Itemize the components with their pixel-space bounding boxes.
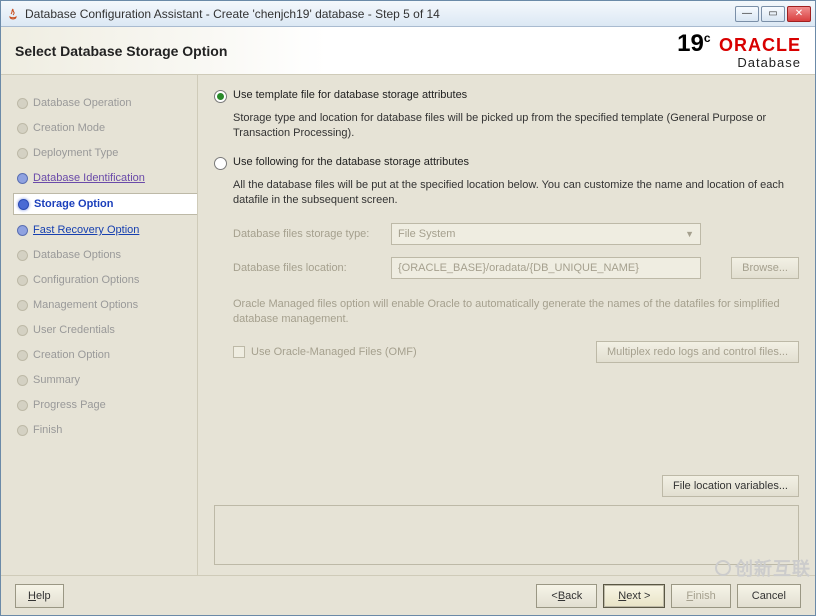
step-storage-option[interactable]: Storage Option: [13, 193, 198, 215]
step-finish: Finish: [13, 420, 193, 440]
cancel-button[interactable]: Cancel: [737, 584, 801, 608]
finish-button: Finish: [671, 584, 730, 608]
use-following-radio[interactable]: [214, 157, 227, 170]
step-user-credentials: User Credentials: [13, 320, 193, 340]
maximize-button[interactable]: ▭: [761, 6, 785, 22]
multiplex-button: Multiplex redo logs and control files...: [596, 341, 799, 363]
wizard-footer: Help < Back Next > Finish Cancel: [1, 575, 815, 615]
page-header: Select Database Storage Option 19c ORACL…: [1, 27, 815, 75]
step-database-operation: Database Operation: [13, 93, 193, 113]
use-template-radio[interactable]: [214, 90, 227, 103]
back-button[interactable]: < Back: [536, 584, 597, 608]
app-window: Database Configuration Assistant - Creat…: [0, 0, 816, 616]
step-progress-page: Progress Page: [13, 395, 193, 415]
storage-type-label: Database files storage type:: [233, 228, 383, 240]
step-management-options: Management Options: [13, 295, 193, 315]
help-button[interactable]: Help: [15, 584, 64, 608]
file-location-variables-button[interactable]: File location variables...: [662, 475, 799, 497]
step-creation-option: Creation Option: [13, 345, 193, 365]
wizard-steps-sidebar: Database Operation Creation Mode Deploym…: [1, 75, 197, 575]
step-summary: Summary: [13, 370, 193, 390]
main-panel: Use template file for database storage a…: [197, 75, 815, 575]
omf-note: Oracle Managed files option will enable …: [233, 297, 799, 328]
step-deployment-type: Deployment Type: [13, 143, 193, 163]
next-button[interactable]: Next >: [603, 584, 665, 608]
watermark-icon: [715, 560, 731, 576]
omf-checkbox-label: Use Oracle-Managed Files (OMF): [251, 346, 417, 358]
step-database-identification[interactable]: Database Identification: [13, 168, 193, 188]
use-following-label: Use following for the database storage a…: [233, 156, 469, 168]
storage-type-combo: File System: [391, 223, 701, 245]
page-title: Select Database Storage Option: [15, 43, 227, 59]
files-location-label: Database files location:: [233, 262, 383, 274]
browse-button: Browse...: [731, 257, 799, 279]
use-following-desc: All the database files will be put at th…: [233, 178, 799, 209]
java-icon: [5, 6, 21, 22]
step-fast-recovery-option[interactable]: Fast Recovery Option: [13, 220, 193, 240]
brand-logo: 19c ORACLE Database: [677, 32, 801, 69]
omf-checkbox: [233, 346, 245, 358]
step-configuration-options: Configuration Options: [13, 270, 193, 290]
window-title: Database Configuration Assistant - Creat…: [25, 7, 440, 21]
use-template-label: Use template file for database storage a…: [233, 89, 467, 101]
step-database-options: Database Options: [13, 245, 193, 265]
titlebar[interactable]: Database Configuration Assistant - Creat…: [1, 1, 815, 27]
files-location-input: {ORACLE_BASE}/oradata/{DB_UNIQUE_NAME}: [391, 257, 701, 279]
step-creation-mode: Creation Mode: [13, 118, 193, 138]
message-area: [214, 505, 799, 565]
minimize-button[interactable]: —: [735, 6, 759, 22]
use-template-desc: Storage type and location for database f…: [233, 111, 799, 142]
close-button[interactable]: ✕: [787, 6, 811, 22]
watermark: 创新互联: [715, 555, 811, 581]
